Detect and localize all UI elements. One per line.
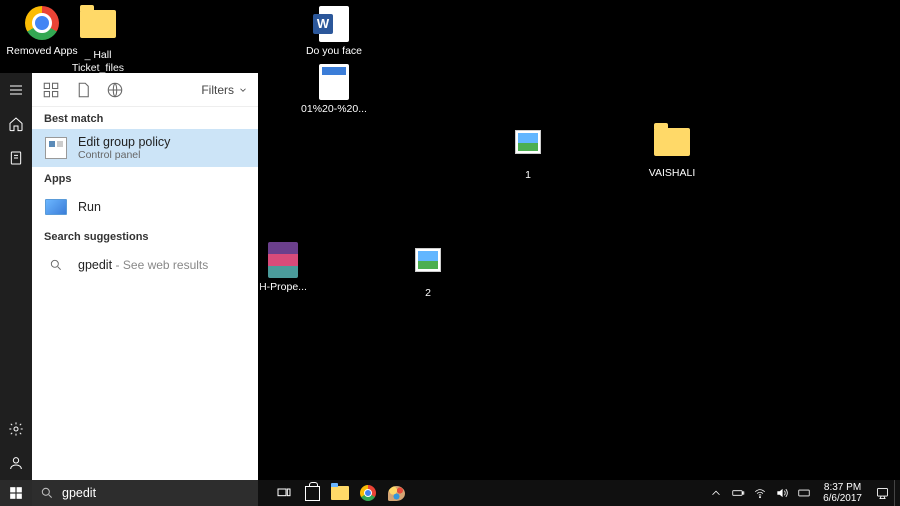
apps-tab-icon[interactable]	[42, 81, 60, 99]
rar-icon	[268, 242, 298, 278]
rail-document-button[interactable]	[0, 141, 32, 175]
taskbar: 8:37 PM 6/6/2017	[0, 480, 900, 506]
icon-label: Do you face	[296, 45, 372, 58]
show-desktop-button[interactable]	[894, 480, 900, 506]
tray-battery-icon[interactable]	[727, 480, 749, 506]
desktop-icon-pic1[interactable]: 1	[490, 124, 566, 182]
filters-label: Filters	[201, 83, 234, 97]
explorer-icon	[331, 486, 349, 500]
search-input[interactable]	[62, 486, 250, 500]
result-title: Edit group policy	[78, 135, 170, 149]
tray-volume-icon[interactable]	[771, 480, 793, 506]
search-icon	[44, 253, 68, 277]
suggestion-hint: See web results	[123, 258, 208, 272]
web-tab-icon[interactable]	[106, 81, 124, 99]
desktop-icon-video[interactable]: 01%20-%20...	[296, 64, 372, 116]
folder-icon	[654, 128, 690, 156]
taskbar-clock[interactable]: 8:37 PM 6/6/2017	[815, 482, 870, 505]
desktop-icon-doyouface[interactable]: Do you face	[296, 6, 372, 58]
rail-settings-button[interactable]	[0, 412, 32, 446]
suggestion-term: gpedit	[78, 258, 112, 272]
taskbar-chrome[interactable]	[354, 480, 382, 506]
taskbar-search[interactable]	[32, 480, 258, 506]
folder-icon	[80, 10, 116, 38]
clock-date: 6/6/2017	[823, 493, 862, 505]
rail-menu-button[interactable]	[0, 73, 32, 107]
chrome-icon	[360, 485, 376, 501]
section-best-match: Best match	[32, 107, 258, 129]
clock-time: 8:37 PM	[823, 482, 862, 494]
taskbar-store[interactable]	[298, 480, 326, 506]
icon-label: 1	[490, 169, 566, 182]
result-run[interactable]: Run	[32, 189, 258, 225]
icon-label: 01%20-%20...	[296, 103, 372, 116]
tray-wifi-icon[interactable]	[749, 480, 771, 506]
result-web-gpedit[interactable]: gpedit - See web results	[32, 247, 258, 283]
action-center-button[interactable]	[870, 480, 894, 506]
rail-account-button[interactable]	[0, 446, 32, 480]
section-apps: Apps	[32, 167, 258, 189]
result-edit-group-policy[interactable]: Edit group policy Control panel	[32, 129, 258, 167]
picture-icon	[415, 248, 441, 272]
result-title: Run	[78, 200, 101, 214]
section-suggestions: Search suggestions	[32, 225, 258, 247]
picture-icon	[515, 130, 541, 154]
desktop-icon-hall-ticket[interactable]: _ Hall Ticket_files	[60, 6, 136, 74]
search-panel: Filters Best match Edit group policy Con…	[32, 73, 258, 480]
icon-label: _ Hall Ticket_files	[60, 49, 136, 74]
documents-tab-icon[interactable]	[74, 81, 92, 99]
chrome-icon	[25, 6, 59, 40]
taskbar-paint[interactable]	[382, 480, 410, 506]
start-rail	[0, 73, 32, 480]
start-button[interactable]	[0, 480, 32, 506]
gpedit-icon	[45, 137, 67, 159]
rail-home-button[interactable]	[0, 107, 32, 141]
filters-button[interactable]: Filters	[201, 83, 248, 97]
icon-label: VAISHALI	[634, 167, 710, 180]
tray-input-icon[interactable]	[793, 480, 815, 506]
taskbar-explorer[interactable]	[326, 480, 354, 506]
icon-label: 2	[390, 287, 466, 300]
result-subtitle: Control panel	[78, 149, 170, 161]
desktop-icon-pic2[interactable]: 2	[390, 242, 466, 300]
search-icon	[40, 486, 54, 500]
store-icon	[305, 486, 320, 501]
word-icon	[319, 6, 349, 42]
task-view-button[interactable]	[270, 480, 298, 506]
paint-icon	[388, 486, 405, 501]
desktop-icon-vaishali[interactable]: VAISHALI	[634, 124, 710, 180]
video-icon	[319, 64, 349, 100]
tray-overflow-button[interactable]	[705, 480, 727, 506]
search-header: Filters	[32, 73, 258, 107]
system-tray: 8:37 PM 6/6/2017	[705, 480, 900, 506]
run-icon	[45, 199, 67, 215]
